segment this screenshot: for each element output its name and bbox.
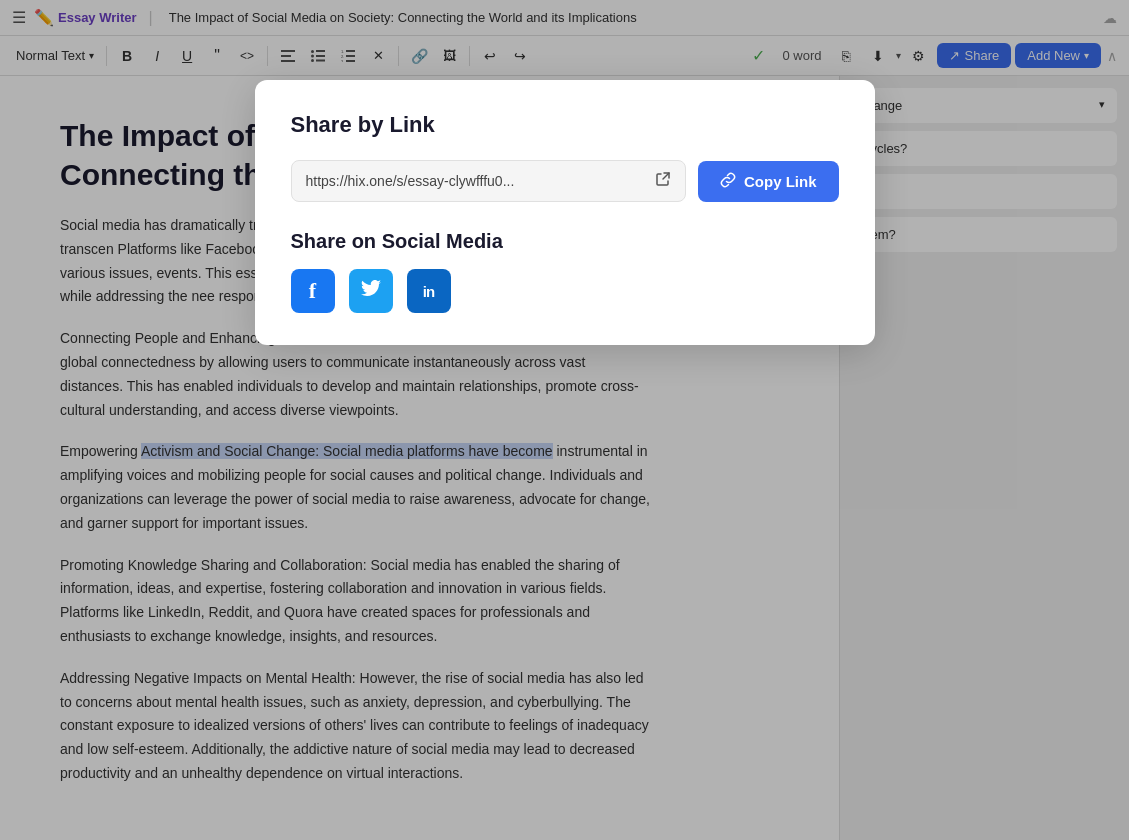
social-icons-row: f in — [291, 269, 839, 313]
twitter-icon — [361, 280, 381, 303]
main-area: The Impact of Social MeConnecting the Wo… — [0, 76, 1129, 840]
link-url-text: https://hix.one/s/essay-clywfffu0... — [306, 173, 647, 189]
link-row: https://hix.one/s/essay-clywfffu0... — [291, 160, 839, 202]
social-section-title: Share on Social Media — [291, 230, 839, 253]
facebook-icon: f — [309, 278, 316, 304]
share-modal: Share by Link https://hix.one/s/essay-cl… — [255, 80, 875, 345]
copy-link-button[interactable]: Copy Link — [698, 161, 839, 202]
twitter-share-button[interactable] — [349, 269, 393, 313]
facebook-share-button[interactable]: f — [291, 269, 335, 313]
linkedin-share-button[interactable]: in — [407, 269, 451, 313]
modal-overlay[interactable]: Share by Link https://hix.one/s/essay-cl… — [0, 0, 1129, 840]
copy-link-label: Copy Link — [744, 173, 817, 190]
linkedin-icon: in — [423, 283, 434, 300]
share-modal-title: Share by Link — [291, 112, 839, 138]
link-input-wrap: https://hix.one/s/essay-clywfffu0... — [291, 160, 686, 202]
link-icon — [720, 172, 736, 191]
external-link-icon[interactable] — [655, 171, 671, 191]
